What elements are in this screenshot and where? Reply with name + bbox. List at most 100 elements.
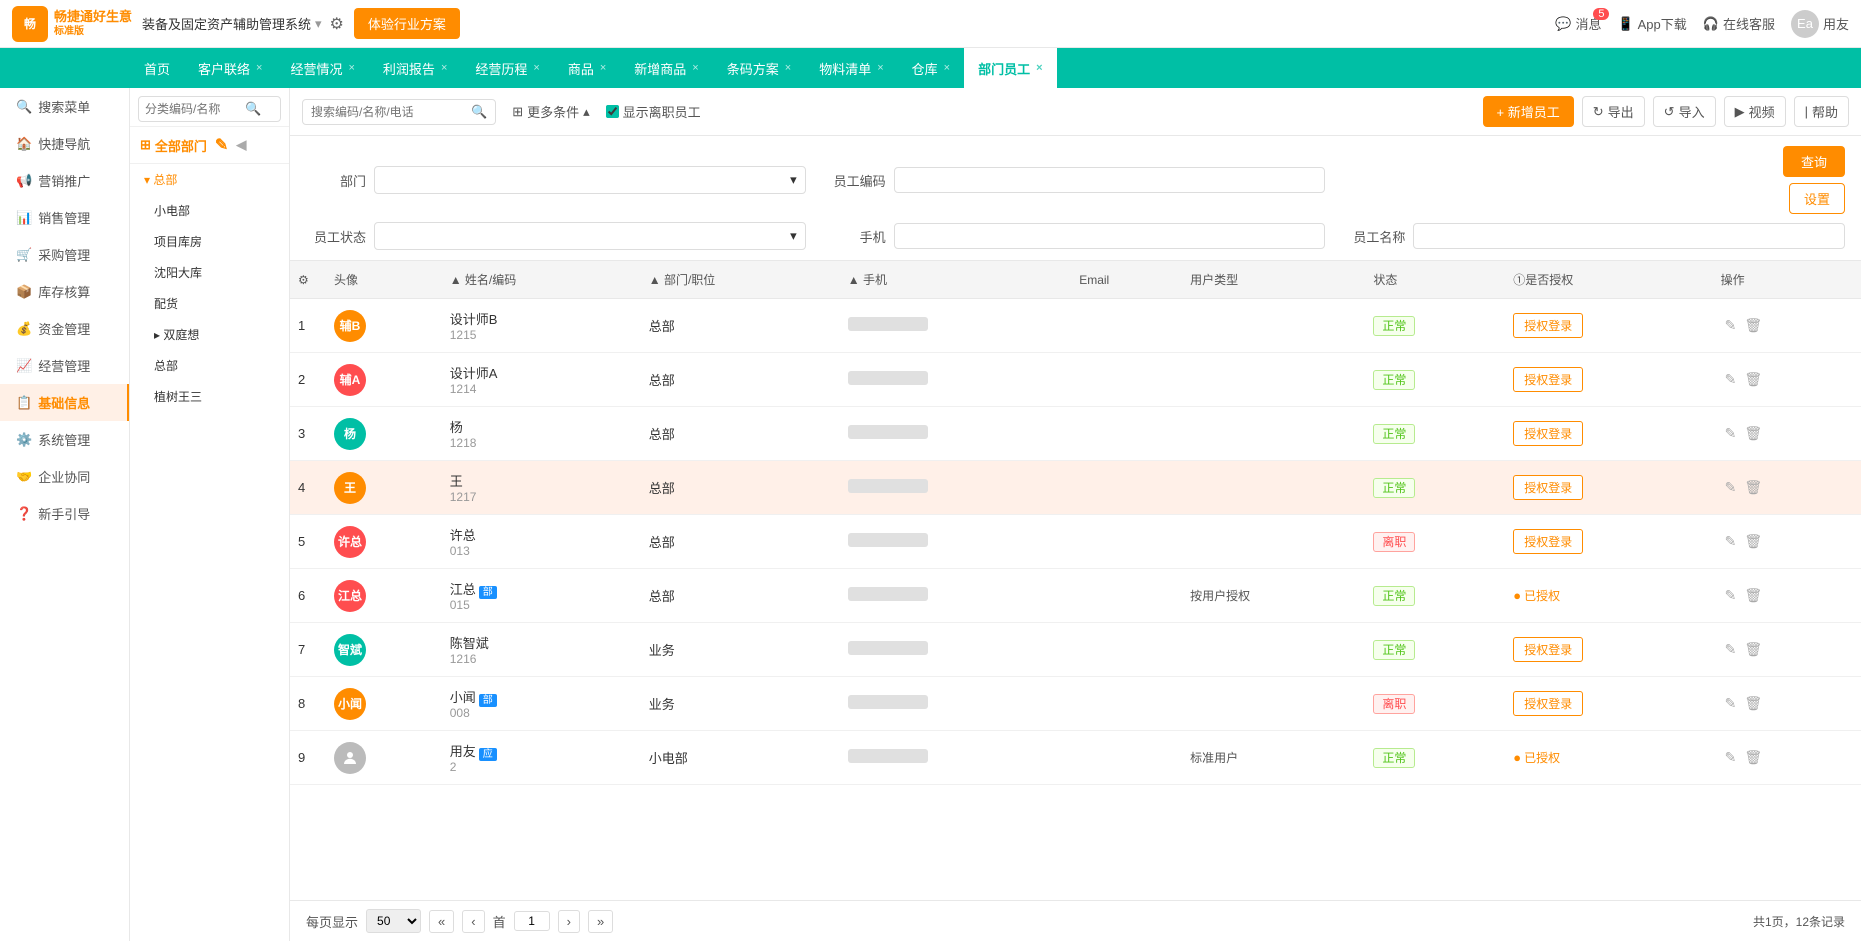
close-icon[interactable]: × — [533, 62, 539, 74]
edit-btn[interactable]: ✎ — [1721, 747, 1741, 767]
close-icon[interactable]: × — [692, 62, 698, 74]
nav-item-home[interactable]: 首页 — [130, 48, 184, 88]
emp-code-input[interactable] — [894, 167, 1326, 193]
nav-item-goods[interactable]: 商品 × — [554, 48, 620, 88]
sidebar-item-sales[interactable]: 📊销售管理 — [0, 199, 129, 236]
edit-btn[interactable]: ✎ — [1721, 423, 1741, 443]
nav-item-profit[interactable]: 利润报告 × — [369, 48, 461, 88]
delete-btn[interactable]: 🗑 — [1740, 693, 1766, 713]
nav-item-warehouse[interactable]: 仓库 × — [898, 48, 964, 88]
import-button[interactable]: ↺ 导入 — [1653, 96, 1716, 127]
next-page-btn[interactable]: › — [558, 910, 580, 933]
close-icon[interactable]: × — [600, 62, 606, 74]
prev-page-btn[interactable]: ‹ — [462, 910, 484, 933]
nav-item-bom[interactable]: 物料清单 × — [805, 48, 897, 88]
sidebar-item-finance[interactable]: 💰资金管理 — [0, 310, 129, 347]
edit-btn[interactable]: ✎ — [1721, 369, 1741, 389]
close-icon[interactable]: × — [256, 62, 262, 74]
nav-item-dept-staff[interactable]: 部门员工 × — [964, 48, 1056, 88]
close-icon[interactable]: × — [441, 62, 447, 74]
sidebar-item-marketing[interactable]: 📢营销推广 — [0, 162, 129, 199]
show-resigned-check[interactable]: 显示离职员工 — [606, 102, 701, 121]
auth-login-btn[interactable]: 授权登录 — [1513, 691, 1583, 716]
delete-btn[interactable]: 🗑 — [1740, 639, 1766, 659]
dept-item-shenyang[interactable]: 沈阳大库 — [130, 257, 289, 288]
page-size-select[interactable]: 50 20 100 — [366, 909, 421, 933]
first-page-btn[interactable]: « — [429, 910, 454, 933]
nav-item-customer[interactable]: 客户联络 × — [184, 48, 276, 88]
sidebar-item-system[interactable]: ⚙️系统管理 — [0, 421, 129, 458]
search-magnifier-icon[interactable]: 🔍 — [471, 104, 487, 120]
page-number-input[interactable] — [514, 911, 550, 931]
gear-icon[interactable]: ⚙ — [330, 14, 344, 34]
dept-item-shuangtinxiang[interactable]: ▸ 双庭想 — [130, 319, 289, 350]
close-icon[interactable]: × — [348, 62, 354, 74]
auth-login-btn[interactable]: 授权登录 — [1513, 637, 1583, 662]
col-settings[interactable]: ⚙ — [290, 261, 326, 299]
nav-item-barcode[interactable]: 条码方案 × — [713, 48, 805, 88]
col-dept[interactable]: ▲ 部门/职位 — [641, 261, 840, 299]
delete-btn[interactable]: 🗑 — [1740, 531, 1766, 551]
dept-item-zhishu[interactable]: 植树王三 — [130, 381, 289, 412]
edit-btn[interactable]: ✎ — [1721, 477, 1741, 497]
show-resigned-checkbox[interactable] — [606, 105, 619, 118]
auth-login-btn[interactable]: 授权登录 — [1513, 475, 1583, 500]
auth-login-btn[interactable]: 授权登录 — [1513, 421, 1583, 446]
set-button[interactable]: 设置 — [1789, 183, 1845, 214]
user-area[interactable]: Ea 用友 — [1791, 10, 1849, 38]
sidebar-item-basic-info[interactable]: 📋基础信息 — [0, 384, 129, 421]
sidebar-item-quick-nav[interactable]: 🏠快捷导航 — [0, 125, 129, 162]
trial-button[interactable]: 体验行业方案 — [354, 8, 460, 39]
col-name[interactable]: ▲ 姓名/编码 — [442, 261, 641, 299]
emp-status-select[interactable]: ▾ — [374, 222, 806, 250]
dept-select[interactable]: ▾ — [374, 166, 806, 194]
edit-btn[interactable]: ✎ — [1721, 531, 1741, 551]
sidebar-item-business[interactable]: 📈经营管理 — [0, 347, 129, 384]
dept-item-delivery[interactable]: 配货 — [130, 288, 289, 319]
help-button[interactable]: | 帮助 — [1794, 96, 1849, 127]
edit-btn[interactable]: ✎ — [1721, 315, 1741, 335]
delete-btn[interactable]: 🗑 — [1740, 315, 1766, 335]
dept-search-input[interactable] — [145, 102, 245, 116]
add-employee-button[interactable]: + 新增员工 — [1483, 96, 1574, 127]
search-box[interactable]: 🔍 — [302, 99, 496, 125]
edit-btn[interactable]: ✎ — [1721, 639, 1741, 659]
dept-item-small-elec[interactable]: 小电部 — [130, 195, 289, 226]
auth-login-btn[interactable]: 授权登录 — [1513, 313, 1583, 338]
close-icon[interactable]: × — [785, 62, 791, 74]
app-download-btn[interactable]: 📱 App下载 — [1617, 14, 1686, 33]
col-phone[interactable]: ▲ 手机 — [840, 261, 1071, 299]
edit-btn[interactable]: ✎ — [1721, 585, 1741, 605]
dept-item-hq[interactable]: ▾ 总部 — [130, 164, 289, 195]
more-filters-btn[interactable]: ⊞ 更多条件 ▴ — [504, 98, 597, 125]
nav-item-new-goods[interactable]: 新增商品 × — [620, 48, 712, 88]
nav-item-operation[interactable]: 经营情况 × — [276, 48, 368, 88]
close-icon[interactable]: × — [877, 62, 883, 74]
query-button[interactable]: 查询 — [1783, 146, 1845, 177]
dept-item-project[interactable]: 项目库房 — [130, 226, 289, 257]
delete-btn[interactable]: 🗑 — [1740, 423, 1766, 443]
delete-btn[interactable]: 🗑 — [1740, 477, 1766, 497]
last-page-btn[interactable]: » — [588, 910, 613, 933]
delete-btn[interactable]: 🗑 — [1740, 369, 1766, 389]
online-service-btn[interactable]: 🎧 在线客服 — [1703, 14, 1775, 33]
export-button[interactable]: ↻ 导出 — [1582, 96, 1645, 127]
sidebar-item-search[interactable]: 🔍搜索菜单 — [0, 88, 129, 125]
dept-collapse-icon[interactable]: ◀ — [236, 137, 246, 153]
edit-btn[interactable]: ✎ — [1721, 693, 1741, 713]
view-button[interactable]: ▶ 视频 — [1724, 96, 1786, 127]
dept-edit-icon[interactable]: ✎ — [215, 135, 228, 155]
delete-btn[interactable]: 🗑 — [1740, 585, 1766, 605]
sidebar-item-guide[interactable]: ❓新手引导 — [0, 495, 129, 532]
dept-search-icon[interactable]: 🔍 — [245, 101, 261, 117]
search-input[interactable] — [311, 105, 471, 119]
auth-login-btn[interactable]: 授权登录 — [1513, 529, 1583, 554]
dept-item-zongbu[interactable]: 总部 — [130, 350, 289, 381]
sidebar-item-purchase[interactable]: 🛒采购管理 — [0, 236, 129, 273]
phone-input[interactable] — [894, 223, 1326, 249]
sidebar-item-collab[interactable]: 🤝企业协同 — [0, 458, 129, 495]
delete-btn[interactable]: 🗑 — [1740, 747, 1766, 767]
close-icon[interactable]: × — [1036, 62, 1042, 74]
dropdown-arrow-icon[interactable]: ▾ — [315, 16, 322, 32]
nav-item-history[interactable]: 经营历程 × — [461, 48, 553, 88]
